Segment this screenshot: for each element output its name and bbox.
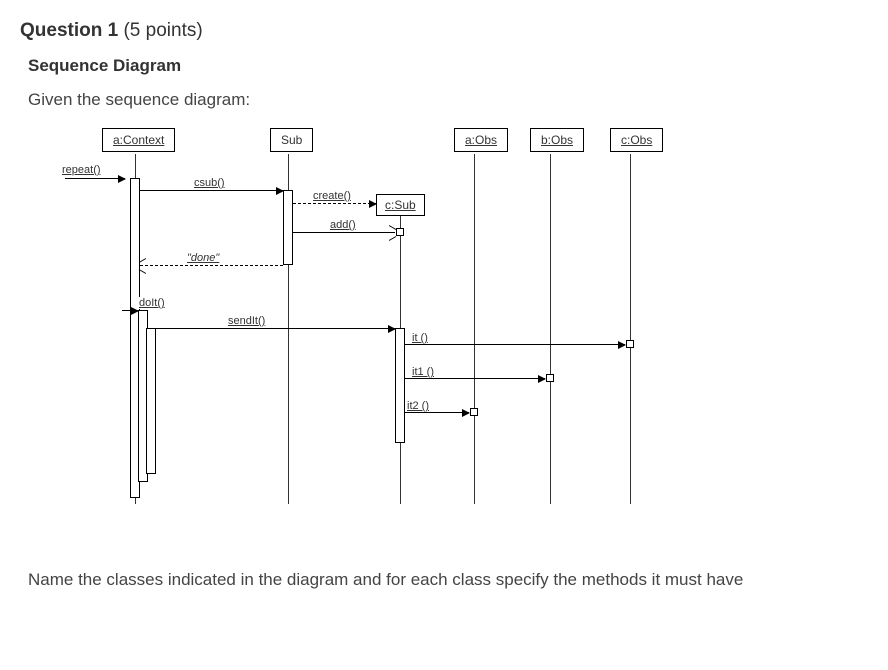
participant-aobs: a:Obs xyxy=(454,128,508,152)
lifeline-cobs xyxy=(630,154,631,504)
participant-bobs: b:Obs xyxy=(530,128,584,152)
label-doit: doIt() xyxy=(137,297,167,309)
question-header: Question 1 (5 points) xyxy=(20,20,868,42)
label-create: create() xyxy=(311,190,353,202)
question-number: Question 1 xyxy=(20,20,118,41)
label-it1: it1 () xyxy=(410,366,436,378)
sequence-diagram: a:Context Sub a:Obs b:Obs c:Obs repeat()… xyxy=(60,128,860,528)
msg-repeat: repeat() xyxy=(65,178,125,179)
msg-it: it () xyxy=(405,344,625,345)
participant-cobs: c:Obs xyxy=(610,128,663,152)
msg-doit: doIt() xyxy=(122,310,138,311)
label-it2: it2 () xyxy=(405,400,431,412)
activation-sub xyxy=(283,190,293,265)
activation-csub xyxy=(395,328,405,443)
term-add xyxy=(396,228,404,236)
label-sendit: sendIt() xyxy=(226,315,267,327)
label-csub: csub() xyxy=(192,177,227,189)
lifeline-bobs xyxy=(550,154,551,504)
section-title: Sequence Diagram xyxy=(28,56,868,76)
msg-add: add() xyxy=(293,232,395,233)
term-it2 xyxy=(470,408,478,416)
label-repeat: repeat() xyxy=(60,164,103,176)
created-csub: c:Sub xyxy=(376,194,425,216)
msg-csub: csub() xyxy=(140,190,283,191)
msg-create: create() xyxy=(293,203,376,204)
label-it: it () xyxy=(410,332,430,344)
participant-context: a:Context xyxy=(102,128,175,152)
activation-context-inner2 xyxy=(146,328,156,474)
intro-text: Given the sequence diagram: xyxy=(28,90,868,110)
question-prompt: Name the classes indicated in the diagra… xyxy=(28,568,828,592)
question-points: (5 points) xyxy=(123,20,202,41)
term-it xyxy=(626,340,634,348)
label-add: add() xyxy=(328,219,358,231)
msg-done: "done" xyxy=(140,265,283,266)
label-done: "done" xyxy=(185,252,221,264)
term-it1 xyxy=(546,374,554,382)
participant-sub: Sub xyxy=(270,128,313,152)
msg-it2: it2 () xyxy=(405,412,469,413)
msg-sendit: sendIt() xyxy=(156,328,395,329)
lifeline-aobs xyxy=(474,154,475,504)
msg-it1: it1 () xyxy=(405,378,545,379)
